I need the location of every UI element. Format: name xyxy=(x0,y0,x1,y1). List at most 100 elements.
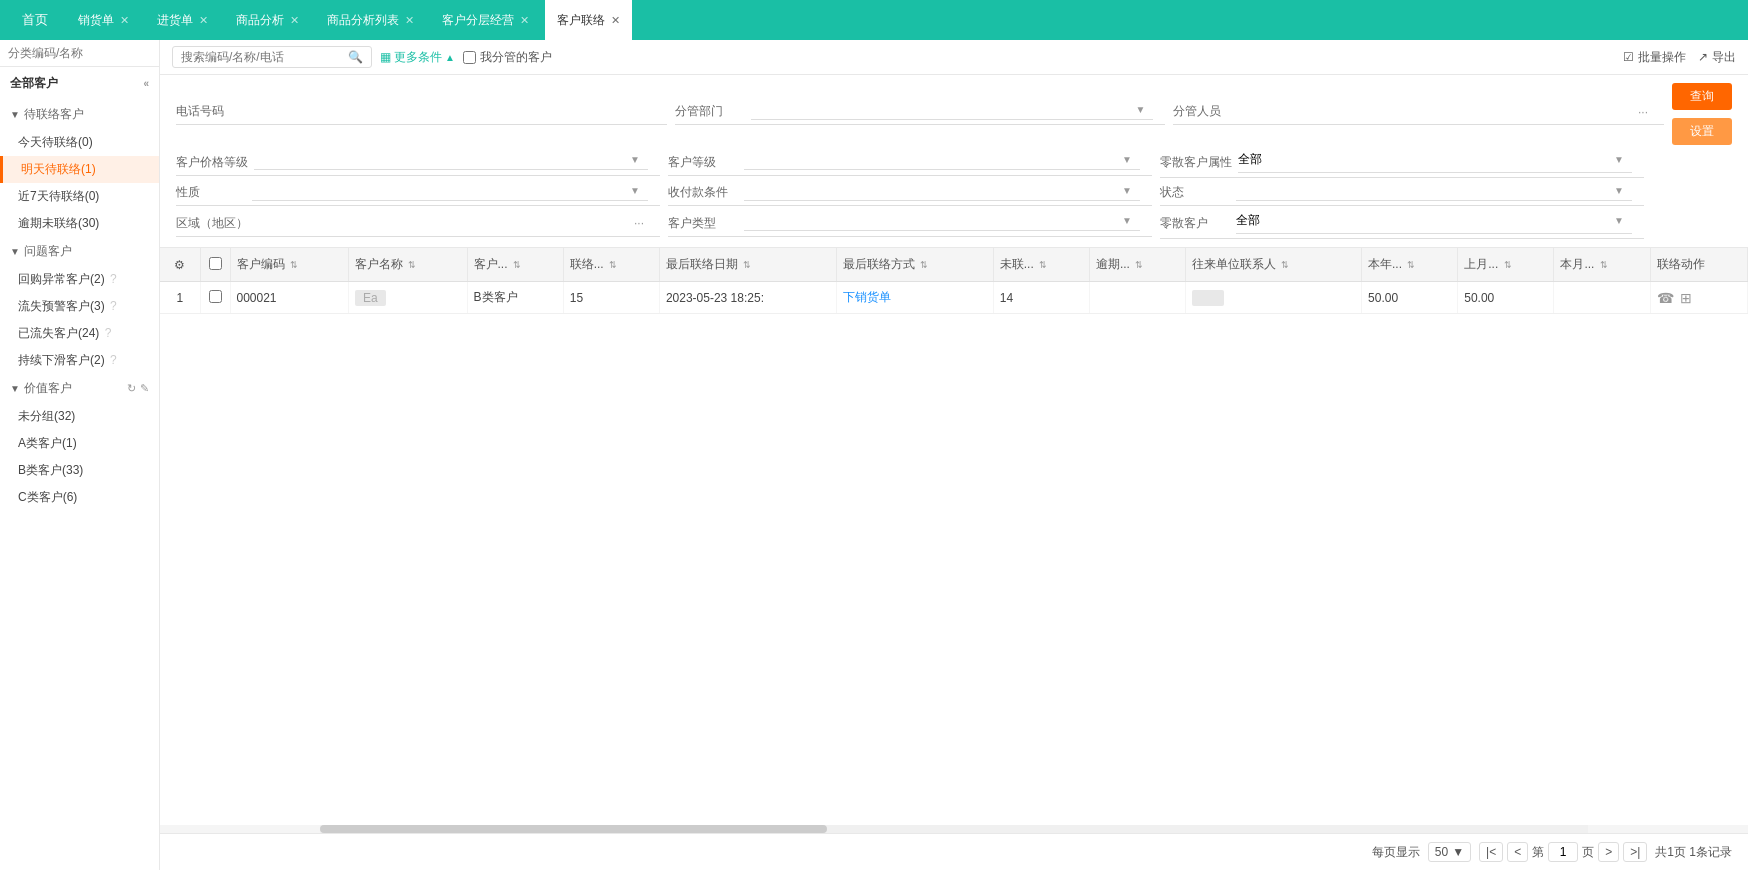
sidebar-item-today[interactable]: 今天待联络(0) xyxy=(0,129,159,156)
last-page-btn[interactable]: >| xyxy=(1623,842,1647,862)
export-btn[interactable]: ↗ 导出 xyxy=(1698,49,1736,66)
filter-payment-select[interactable]: ▼ xyxy=(744,185,1140,201)
filter-customer-type-select[interactable]: ▼ xyxy=(744,215,1140,231)
horizontal-scrollbar[interactable] xyxy=(320,825,1588,833)
sidebar-item-ungrouped[interactable]: 未分组(32) xyxy=(0,403,159,430)
th-code[interactable]: 客户编码 ⇅ xyxy=(230,248,349,282)
grid-action-icon[interactable]: ⊞ xyxy=(1680,290,1692,306)
content-area: 🔍 ▦ 更多条件 ▲ 我分管的客户 ☑ 批量操作 ↗ 导出 xyxy=(160,40,1748,870)
filter-price-level-select[interactable]: ▼ xyxy=(254,154,648,170)
th-this-year[interactable]: 本年... ⇅ xyxy=(1362,248,1458,282)
filter-scatter-attr-select[interactable]: 全部 ▼ xyxy=(1238,151,1632,173)
th-last-month[interactable]: 上月... ⇅ xyxy=(1458,248,1554,282)
th-customer-type[interactable]: 客户... ⇅ xyxy=(467,248,563,282)
filter-status-select[interactable]: ▼ xyxy=(1236,185,1632,201)
th-overdue[interactable]: 逾期... ⇅ xyxy=(1089,248,1185,282)
next-page-btn[interactable]: > xyxy=(1598,842,1619,862)
th-contact-count[interactable]: 联络... ⇅ xyxy=(563,248,659,282)
set-button[interactable]: 设置 xyxy=(1672,118,1732,145)
filter-customer-level-select[interactable]: ▼ xyxy=(744,154,1140,170)
sidebar-search-input[interactable] xyxy=(8,46,158,60)
filter-row-4: 区域（地区） ··· 客户类型 ▼ 零散客户 全部 ▼ xyxy=(176,212,1732,239)
close-customer-contact-icon[interactable]: ✕ xyxy=(611,14,620,27)
close-goods-analysis-icon[interactable]: ✕ xyxy=(290,14,299,27)
search-input[interactable] xyxy=(181,50,344,64)
filter-scatter-select[interactable]: 全部 ▼ xyxy=(1236,212,1632,234)
th-action: 联络动作 xyxy=(1650,248,1747,282)
check-square-icon: ☑ xyxy=(1623,50,1634,64)
th-name[interactable]: 客户名称 ⇅ xyxy=(349,248,468,282)
filter-dept-select[interactable]: ▼ xyxy=(751,104,1154,120)
sidebar-item-tomorrow[interactable]: 明天待联络(1) xyxy=(0,156,159,183)
nav-goods-analysis[interactable]: 商品分析 ✕ xyxy=(224,0,311,40)
edit-icon[interactable]: ✎ xyxy=(140,382,149,395)
nav-home[interactable]: 首页 xyxy=(8,0,62,40)
td-check[interactable] xyxy=(200,282,230,314)
filter-manager-input[interactable] xyxy=(1249,105,1628,119)
sort-name-icon: ⇅ xyxy=(408,260,416,270)
nav-sales[interactable]: 销货单 ✕ xyxy=(66,0,141,40)
th-last-method[interactable]: 最后联络方式 ⇅ xyxy=(836,248,993,282)
region-dots-btn[interactable]: ··· xyxy=(630,216,648,230)
query-button[interactable]: 查询 xyxy=(1672,83,1732,110)
last-method-link[interactable]: 下销货单 xyxy=(843,290,891,304)
td-this-month xyxy=(1554,282,1650,314)
page-navigation: |< < 第 页 > >| xyxy=(1479,842,1647,862)
nav-goods-analysis-list[interactable]: 商品分析列表 ✕ xyxy=(315,0,426,40)
sidebar-item-type-c[interactable]: C类客户(6) xyxy=(0,484,159,511)
sidebar-all-customers[interactable]: 全部客户 « xyxy=(0,67,159,100)
filter-phone-input[interactable] xyxy=(252,105,655,119)
arrow-problem-icon: ▼ xyxy=(10,246,20,257)
scroll-thumb[interactable] xyxy=(320,825,827,833)
filter-nature-select[interactable]: ▼ xyxy=(252,185,648,201)
filter-region-input[interactable] xyxy=(254,216,624,230)
sidebar-item-week7[interactable]: 近7天待联络(0) xyxy=(0,183,159,210)
sidebar-item-declining[interactable]: 持续下滑客户(2) ? xyxy=(0,347,159,374)
close-customer-tier-icon[interactable]: ✕ xyxy=(520,14,529,27)
close-sales-icon[interactable]: ✕ xyxy=(120,14,129,27)
nav-customer-tier[interactable]: 客户分层经营 ✕ xyxy=(430,0,541,40)
page-input[interactable] xyxy=(1548,842,1578,862)
close-purchase-icon[interactable]: ✕ xyxy=(199,14,208,27)
filter-phone: 电话号码 xyxy=(176,103,667,125)
sidebar-section-pending[interactable]: ▼ 待联络客户 xyxy=(0,100,159,129)
phone-action-icon[interactable]: ☎ xyxy=(1657,290,1674,306)
sidebar-item-overdue[interactable]: 逾期未联络(30) xyxy=(0,210,159,237)
nav-customer-contact[interactable]: 客户联络 ✕ xyxy=(545,0,632,40)
sidebar-item-type-a[interactable]: A类客户(1) xyxy=(0,430,159,457)
my-customers-checkbox[interactable] xyxy=(463,51,476,64)
th-no-contact[interactable]: 未联... ⇅ xyxy=(993,248,1089,282)
page-size-select[interactable]: 50 ▼ xyxy=(1428,842,1471,862)
chevron-payment-icon: ▼ xyxy=(1122,185,1132,196)
sidebar-section-value[interactable]: ▼ 价值客户 ↻ ✎ xyxy=(0,374,159,403)
th-contact-person[interactable]: 往来单位联系人 ⇅ xyxy=(1186,248,1362,282)
sort-od-icon: ⇅ xyxy=(1135,260,1143,270)
filter-customer-type: 客户类型 ▼ xyxy=(668,215,1152,237)
batch-ops-btn[interactable]: ☑ 批量操作 xyxy=(1623,49,1686,66)
my-customers-checkbox-label[interactable]: 我分管的客户 xyxy=(463,49,552,66)
prev-page-btn[interactable]: < xyxy=(1507,842,1528,862)
th-last-date[interactable]: 最后联络日期 ⇅ xyxy=(659,248,836,282)
manager-dots-btn[interactable]: ··· xyxy=(1634,105,1652,119)
sidebar-item-type-b[interactable]: B类客户(33) xyxy=(0,457,159,484)
sidebar-section-problem[interactable]: ▼ 问题客户 xyxy=(0,237,159,266)
nav-purchase[interactable]: 进货单 ✕ xyxy=(145,0,220,40)
sidebar-item-warning[interactable]: 流失预警客户(3) ? xyxy=(0,293,159,320)
export-icon: ↗ xyxy=(1698,50,1708,64)
sidebar-item-abnormal[interactable]: 回购异常客户(2) ? xyxy=(0,266,159,293)
close-goods-analysis-list-icon[interactable]: ✕ xyxy=(405,14,414,27)
th-setting[interactable]: ⚙ xyxy=(160,248,200,282)
td-last-method[interactable]: 下销货单 xyxy=(836,282,993,314)
data-table: ⚙ 客户编码 ⇅ 客户名称 ⇅ 客户... ⇅ xyxy=(160,248,1748,314)
refresh-icon[interactable]: ↻ xyxy=(127,382,136,395)
th-check[interactable] xyxy=(200,248,230,282)
more-conditions-btn[interactable]: ▦ 更多条件 ▲ xyxy=(380,49,455,66)
th-this-month[interactable]: 本月... ⇅ xyxy=(1554,248,1650,282)
select-all-checkbox[interactable] xyxy=(209,257,222,270)
sidebar-item-lost[interactable]: 已流失客户(24) ? xyxy=(0,320,159,347)
filter-status: 状态 ▼ xyxy=(1160,184,1644,206)
chevron-page-icon: ▼ xyxy=(1452,845,1464,859)
row-checkbox[interactable] xyxy=(209,290,222,303)
search-icon[interactable]: 🔍 xyxy=(348,50,363,64)
first-page-btn[interactable]: |< xyxy=(1479,842,1503,862)
